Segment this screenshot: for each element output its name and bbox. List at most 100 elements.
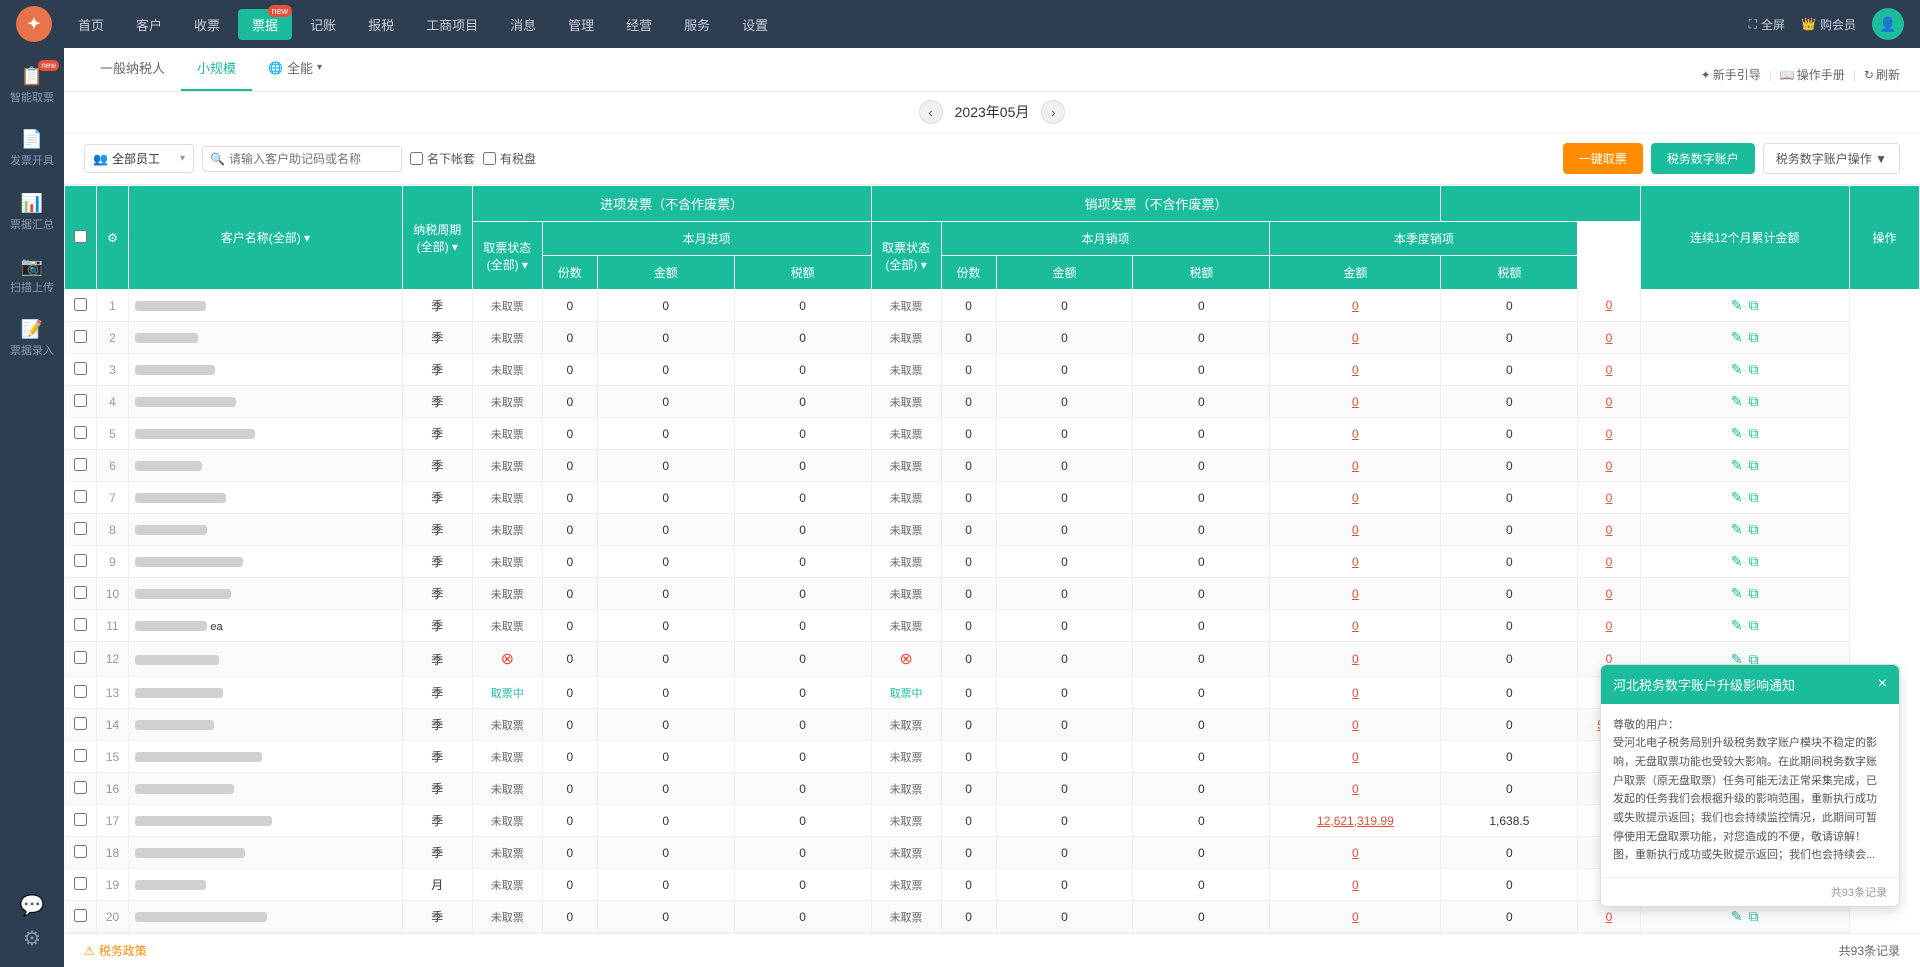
copy-icon[interactable]: ⧉: [1749, 425, 1759, 442]
avatar[interactable]: 👤: [1872, 8, 1904, 40]
row-out-status[interactable]: 未取票: [871, 354, 941, 386]
prev-period-button[interactable]: ‹: [919, 100, 943, 124]
row-client-name[interactable]: [129, 869, 403, 901]
row-client-name[interactable]: [129, 578, 403, 610]
row-out-status[interactable]: 未取票: [871, 450, 941, 482]
row-client-name[interactable]: ea: [129, 610, 403, 642]
refresh-button[interactable]: ↻ 刷新: [1864, 66, 1900, 83]
row-in-status[interactable]: ⊗: [472, 642, 542, 677]
edit-icon[interactable]: ✎: [1731, 617, 1743, 634]
th-in-status[interactable]: 取票状态(全部) ▾: [472, 222, 542, 290]
copy-icon[interactable]: ⧉: [1749, 393, 1759, 410]
search-input[interactable]: [202, 146, 402, 172]
nav-item-tax[interactable]: 报税: [354, 9, 408, 40]
row-out-status[interactable]: 未取票: [871, 514, 941, 546]
th-tax-cycle[interactable]: 纳税周期(全部) ▾: [402, 186, 472, 290]
edit-icon[interactable]: ✎: [1731, 297, 1743, 314]
row-out-status[interactable]: 未取票: [871, 901, 941, 933]
row-in-status[interactable]: 未取票: [472, 869, 542, 901]
row-client-name[interactable]: [129, 677, 403, 709]
copy-icon[interactable]: ⧉: [1749, 585, 1759, 602]
row-checkbox[interactable]: [65, 450, 97, 482]
row-client-name[interactable]: [129, 709, 403, 741]
row-in-status[interactable]: 未取票: [472, 837, 542, 869]
nav-item-customer[interactable]: 客户: [122, 9, 176, 40]
copy-icon[interactable]: ⧉: [1749, 329, 1759, 346]
row-checkbox[interactable]: [65, 386, 97, 418]
sidebar-chat[interactable]: 💬: [20, 893, 45, 918]
th-out-status[interactable]: 取票状态(全部) ▾: [871, 222, 941, 290]
row-in-status[interactable]: 未取票: [472, 386, 542, 418]
row-in-status[interactable]: 未取票: [472, 709, 542, 741]
sidebar-item-smart-fetch[interactable]: 📋 智能取票 new: [3, 56, 61, 115]
row-client-name[interactable]: [129, 805, 403, 837]
edit-icon[interactable]: ✎: [1731, 489, 1743, 506]
close-notification-button[interactable]: ×: [1878, 676, 1887, 692]
tab-all[interactable]: 🌐 全能 ▾: [252, 48, 338, 91]
row-checkbox[interactable]: [65, 578, 97, 610]
row-client-name[interactable]: [129, 450, 403, 482]
row-checkbox[interactable]: [65, 837, 97, 869]
row-out-status[interactable]: 未取票: [871, 869, 941, 901]
row-in-status[interactable]: 未取票: [472, 610, 542, 642]
row-client-name[interactable]: [129, 290, 403, 322]
manual-link[interactable]: 📖 操作手册: [1780, 66, 1845, 83]
row-checkbox[interactable]: [65, 290, 97, 322]
row-checkbox[interactable]: [65, 482, 97, 514]
row-checkbox[interactable]: [65, 322, 97, 354]
copy-icon[interactable]: ⧉: [1749, 361, 1759, 378]
edit-icon[interactable]: ✎: [1731, 585, 1743, 602]
row-out-status[interactable]: 未取票: [871, 709, 941, 741]
copy-icon[interactable]: ⧉: [1749, 521, 1759, 538]
row-client-name[interactable]: [129, 514, 403, 546]
row-out-status[interactable]: 未取票: [871, 773, 941, 805]
copy-icon[interactable]: ⧉: [1749, 457, 1759, 474]
row-in-status[interactable]: 未取票: [472, 546, 542, 578]
row-out-status[interactable]: 未取票: [871, 578, 941, 610]
row-checkbox[interactable]: [65, 805, 97, 837]
sub-account-checkbox-label[interactable]: 名下帐套: [410, 150, 475, 167]
copy-icon[interactable]: ⧉: [1749, 908, 1759, 925]
nav-item-message[interactable]: 消息: [496, 9, 550, 40]
sidebar-item-entry[interactable]: 📝 票据录入: [3, 309, 61, 368]
nav-item-bookkeeping[interactable]: 记账: [296, 9, 350, 40]
row-in-status[interactable]: 未取票: [472, 482, 542, 514]
row-in-status[interactable]: 未取票: [472, 354, 542, 386]
edit-icon[interactable]: ✎: [1731, 521, 1743, 538]
row-client-name[interactable]: [129, 354, 403, 386]
nav-item-invoice[interactable]: 票据 new: [238, 9, 292, 40]
row-out-status[interactable]: 未取票: [871, 741, 941, 773]
row-out-status[interactable]: 取票中: [871, 677, 941, 709]
nav-item-receive[interactable]: 收票: [180, 9, 234, 40]
copy-icon[interactable]: ⧉: [1749, 553, 1759, 570]
row-checkbox[interactable]: [65, 741, 97, 773]
row-client-name[interactable]: [129, 901, 403, 933]
tab-small-scale[interactable]: 小规模: [181, 48, 252, 91]
nav-item-settings[interactable]: 设置: [728, 9, 782, 40]
row-checkbox[interactable]: [65, 642, 97, 677]
row-out-status[interactable]: 未取票: [871, 290, 941, 322]
digital-account-button[interactable]: 税务数字账户: [1651, 143, 1755, 174]
row-out-status[interactable]: 未取票: [871, 805, 941, 837]
staff-select[interactable]: 👥 全部员工 ▾: [84, 144, 194, 173]
one-click-fetch-button[interactable]: 一键取票: [1563, 143, 1643, 174]
next-period-button[interactable]: ›: [1041, 100, 1065, 124]
row-in-status[interactable]: 未取票: [472, 741, 542, 773]
edit-icon[interactable]: ✎: [1731, 361, 1743, 378]
row-client-name[interactable]: [129, 741, 403, 773]
row-client-name[interactable]: [129, 418, 403, 450]
digital-account-ops-button[interactable]: 税务数字账户操作 ▼: [1763, 143, 1900, 174]
row-out-status[interactable]: 未取票: [871, 386, 941, 418]
row-client-name[interactable]: [129, 546, 403, 578]
row-in-status[interactable]: 未取票: [472, 290, 542, 322]
edit-icon[interactable]: ✎: [1731, 425, 1743, 442]
row-client-name[interactable]: [129, 482, 403, 514]
row-in-status[interactable]: 未取票: [472, 322, 542, 354]
vip-button[interactable]: 👑 购会员: [1801, 16, 1856, 33]
row-checkbox[interactable]: [65, 773, 97, 805]
tax-disk-checkbox[interactable]: [483, 152, 496, 165]
th-client-name[interactable]: 客户名称(全部) ▾: [129, 186, 403, 290]
th-checkbox[interactable]: [65, 186, 97, 290]
new-guide-link[interactable]: ✦ 新手引导: [1701, 66, 1761, 83]
row-client-name[interactable]: [129, 642, 403, 677]
